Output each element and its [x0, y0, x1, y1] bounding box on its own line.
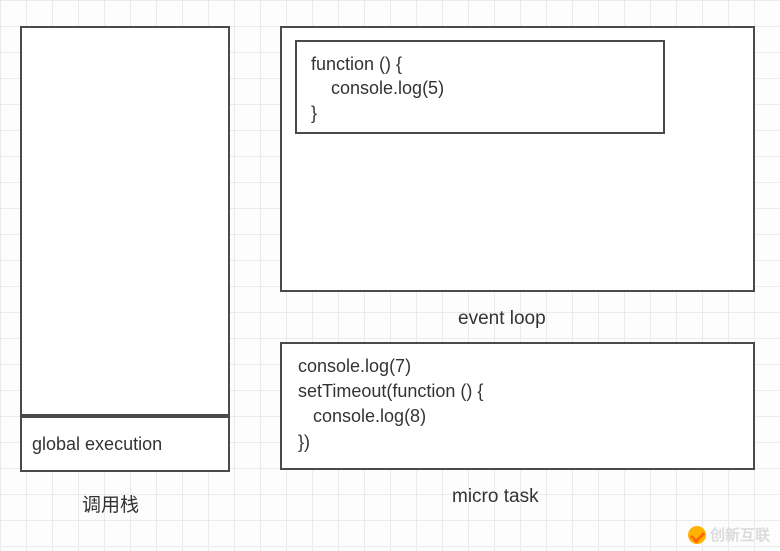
- event-loop-task-code: function () { console.log(5) }: [311, 54, 444, 123]
- event-loop-task: function () { console.log(5) }: [295, 40, 665, 134]
- watermark: 创新互联: [688, 524, 770, 545]
- watermark-text: 创新互联: [710, 524, 770, 545]
- global-execution-label: global execution: [32, 434, 162, 455]
- call-stack-label: 调用栈: [82, 490, 139, 517]
- event-loop-label: event loop: [458, 308, 546, 330]
- micro-task-box: console.log(7) setTimeout(function () { …: [280, 342, 755, 470]
- micro-task-code: console.log(7) setTimeout(function () { …: [298, 356, 483, 452]
- micro-task-label: micro task: [452, 486, 539, 508]
- watermark-logo-icon: [688, 526, 706, 544]
- call-stack-body: [20, 26, 230, 416]
- call-stack-bottom-frame: global execution: [20, 416, 230, 472]
